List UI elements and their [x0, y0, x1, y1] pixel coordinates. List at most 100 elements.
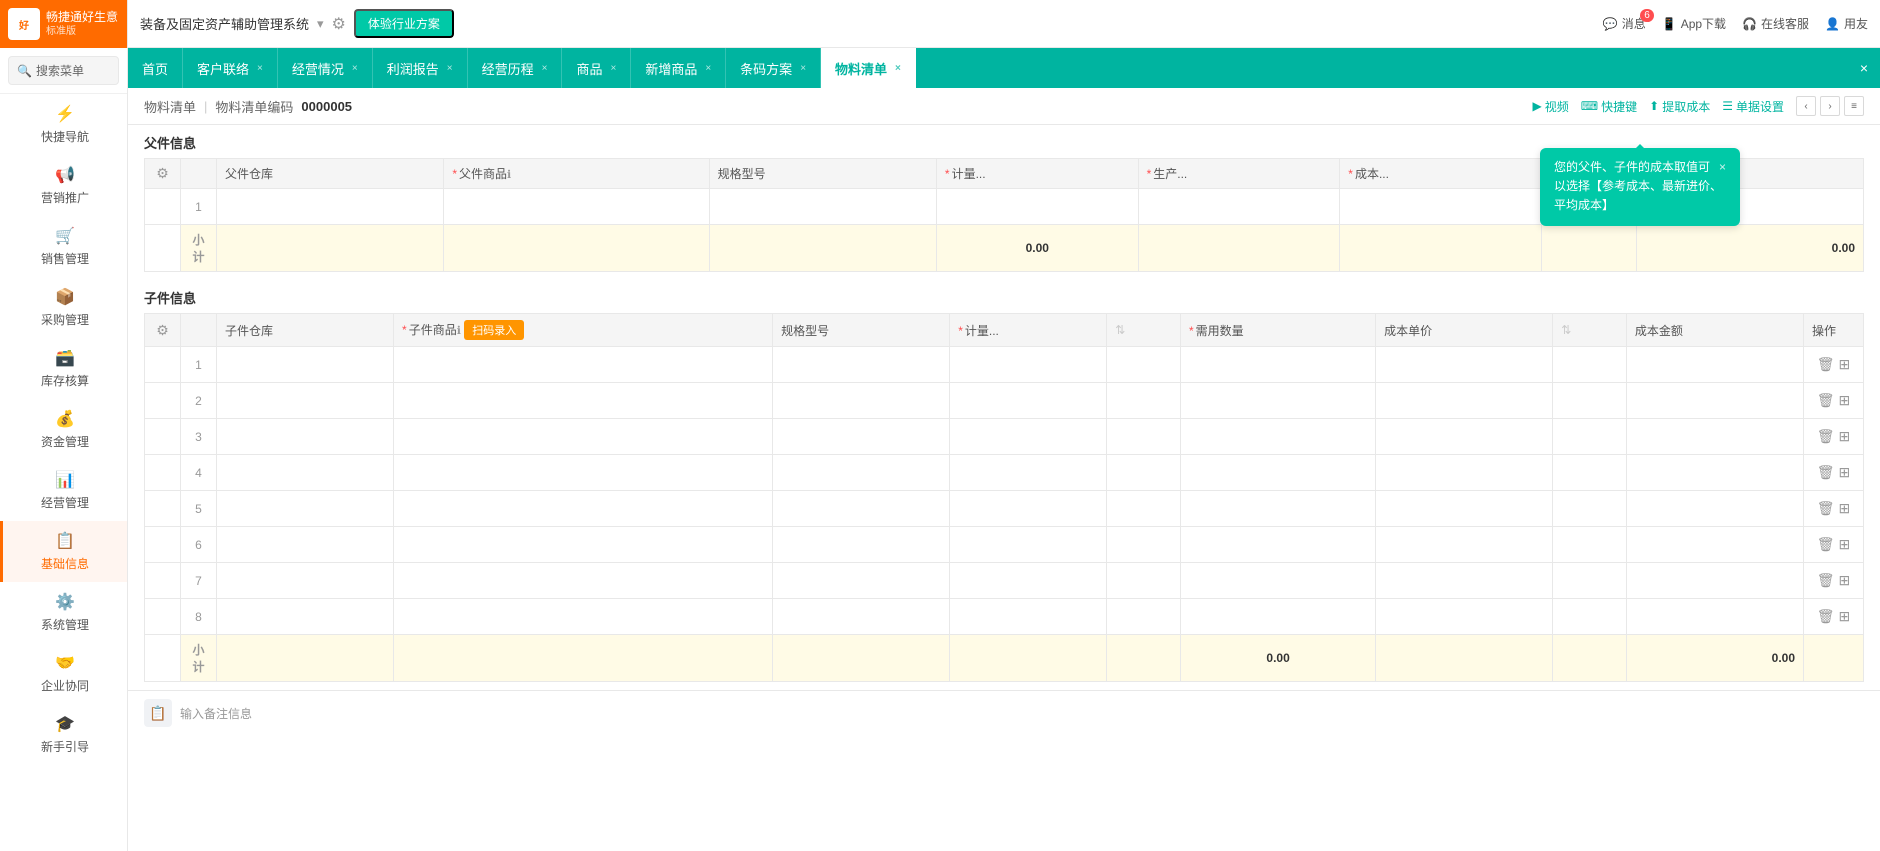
- child-unit-cost-6[interactable]: [1376, 527, 1553, 563]
- child-qty-8[interactable]: [1180, 599, 1375, 635]
- child-warehouse-6[interactable]: [217, 527, 394, 563]
- tab-history[interactable]: 经营历程 ×: [468, 48, 563, 88]
- child-goods-1[interactable]: [394, 347, 773, 383]
- child-unit-cost-5[interactable]: [1376, 491, 1553, 527]
- breadcrumb-bom-list[interactable]: 物料清单: [144, 97, 196, 116]
- delete-icon-3[interactable]: 🗑: [1817, 428, 1835, 445]
- scan-button[interactable]: 扫码录入: [464, 320, 524, 340]
- child-goods-5[interactable]: [394, 491, 773, 527]
- tab-profit[interactable]: 利润报告 ×: [373, 48, 468, 88]
- sidebar-item-purchase[interactable]: 📦 采购管理: [0, 277, 127, 338]
- single-settings-action[interactable]: ☰ 单据设置: [1722, 98, 1784, 115]
- parent-warehouse-1[interactable]: [217, 189, 444, 225]
- sidebar-item-marketing[interactable]: 📢 营销推广: [0, 155, 127, 216]
- child-warehouse-8[interactable]: [217, 599, 394, 635]
- parent-unit-1[interactable]: [936, 189, 1138, 225]
- child-unit-3[interactable]: [950, 419, 1107, 455]
- sidebar-item-operations[interactable]: 📊 经营管理: [0, 460, 127, 521]
- sidebar-item-sales[interactable]: 🛒 销售管理: [0, 216, 127, 277]
- parent-spec-1[interactable]: [709, 189, 936, 225]
- notes-icon[interactable]: 📋: [144, 699, 172, 727]
- gear-icon[interactable]: ⚙: [156, 165, 169, 181]
- app-download-item[interactable]: 📱 App下载: [1662, 15, 1726, 32]
- child-unit-6[interactable]: [950, 527, 1107, 563]
- tab-goods[interactable]: 商品 ×: [562, 48, 631, 88]
- child-unit-cost-7[interactable]: [1376, 563, 1553, 599]
- tab-operations[interactable]: 经营情况 ×: [278, 48, 373, 88]
- child-warehouse-4[interactable]: [217, 455, 394, 491]
- system-dropdown-icon[interactable]: ▾: [317, 16, 324, 32]
- child-unit-5[interactable]: [950, 491, 1107, 527]
- child-goods-2[interactable]: [394, 383, 773, 419]
- copy-icon-4[interactable]: ⊞: [1839, 464, 1851, 481]
- child-gear-icon[interactable]: ⚙: [156, 322, 169, 338]
- parent-goods-info-icon[interactable]: ℹ: [507, 169, 511, 181]
- delete-icon-4[interactable]: 🗑: [1817, 464, 1835, 481]
- tab-home[interactable]: 首页: [128, 48, 183, 88]
- delete-icon-7[interactable]: 🗑: [1817, 572, 1835, 589]
- video-action[interactable]: ▶ 视频: [1533, 98, 1569, 115]
- tab-new-goods[interactable]: 新增商品 ×: [631, 48, 726, 88]
- tab-barcode-close[interactable]: ×: [800, 63, 806, 74]
- child-goods-4[interactable]: [394, 455, 773, 491]
- copy-icon-5[interactable]: ⊞: [1839, 500, 1851, 517]
- sidebar-item-enterprise[interactable]: 🤝 企业协同: [0, 643, 127, 704]
- child-goods-6[interactable]: [394, 527, 773, 563]
- tab-customer-close[interactable]: ×: [257, 63, 263, 74]
- tab-bom-close[interactable]: ×: [895, 63, 901, 74]
- sidebar-item-basic-info[interactable]: 📋 基础信息: [0, 521, 127, 582]
- child-spec-7[interactable]: [773, 563, 950, 599]
- child-qty-3[interactable]: [1180, 419, 1375, 455]
- child-unit-cost-1[interactable]: [1376, 347, 1553, 383]
- copy-icon-3[interactable]: ⊞: [1839, 428, 1851, 445]
- message-item[interactable]: 💬 消息 6: [1603, 15, 1646, 32]
- parent-cost-1[interactable]: [1340, 189, 1542, 225]
- hotkey-action[interactable]: ⌨ 快捷键: [1581, 98, 1637, 115]
- child-spec-5[interactable]: [773, 491, 950, 527]
- child-spec-2[interactable]: [773, 383, 950, 419]
- trial-button[interactable]: 体验行业方案: [354, 9, 454, 38]
- child-spec-3[interactable]: [773, 419, 950, 455]
- tab-goods-close[interactable]: ×: [610, 63, 616, 74]
- copy-icon-7[interactable]: ⊞: [1839, 572, 1851, 589]
- child-spec-8[interactable]: [773, 599, 950, 635]
- child-spec-6[interactable]: [773, 527, 950, 563]
- child-unit-cost-8[interactable]: [1376, 599, 1553, 635]
- sidebar-item-inventory[interactable]: 🗃️ 库存核算: [0, 338, 127, 399]
- child-unit-2[interactable]: [950, 383, 1107, 419]
- extract-cost-action[interactable]: ⬆ 提取成本: [1649, 98, 1710, 115]
- tab-new-goods-close[interactable]: ×: [705, 63, 711, 74]
- search-menu-button[interactable]: 🔍 搜索菜单: [8, 56, 119, 85]
- copy-icon-2[interactable]: ⊞: [1839, 392, 1851, 409]
- child-qty-5[interactable]: [1180, 491, 1375, 527]
- tab-bom[interactable]: 物料清单 ×: [821, 48, 916, 88]
- child-goods-7[interactable]: [394, 563, 773, 599]
- prev-arrow[interactable]: ‹: [1796, 96, 1816, 116]
- tab-operations-close[interactable]: ×: [352, 63, 358, 74]
- child-spec-1[interactable]: [773, 347, 950, 383]
- child-qty-4[interactable]: [1180, 455, 1375, 491]
- child-warehouse-1[interactable]: [217, 347, 394, 383]
- child-goods-8[interactable]: [394, 599, 773, 635]
- child-warehouse-5[interactable]: [217, 491, 394, 527]
- child-unit-cost-3[interactable]: [1376, 419, 1553, 455]
- parent-produce-1[interactable]: [1138, 189, 1340, 225]
- copy-icon-1[interactable]: ⊞: [1839, 356, 1851, 373]
- delete-icon-2[interactable]: 🗑: [1817, 392, 1835, 409]
- tab-profit-close[interactable]: ×: [447, 63, 453, 74]
- child-qty-1[interactable]: [1180, 347, 1375, 383]
- delete-icon-1[interactable]: 🗑: [1817, 356, 1835, 373]
- online-service-item[interactable]: 🎧 在线客服: [1742, 15, 1809, 32]
- child-warehouse-7[interactable]: [217, 563, 394, 599]
- child-spec-4[interactable]: [773, 455, 950, 491]
- copy-icon-8[interactable]: ⊞: [1839, 608, 1851, 625]
- settings-icon[interactable]: ⚙: [332, 14, 346, 34]
- child-goods-3[interactable]: [394, 419, 773, 455]
- child-warehouse-3[interactable]: [217, 419, 394, 455]
- sidebar-item-guide[interactable]: 🎓 新手引导: [0, 704, 127, 765]
- tooltip-close-button[interactable]: ×: [1719, 158, 1726, 177]
- delete-icon-8[interactable]: 🗑: [1817, 608, 1835, 625]
- tab-customer[interactable]: 客户联络 ×: [183, 48, 278, 88]
- user-item[interactable]: 👤 用友: [1825, 15, 1868, 32]
- sidebar-item-quick-nav[interactable]: ⚡ 快捷导航: [0, 94, 127, 155]
